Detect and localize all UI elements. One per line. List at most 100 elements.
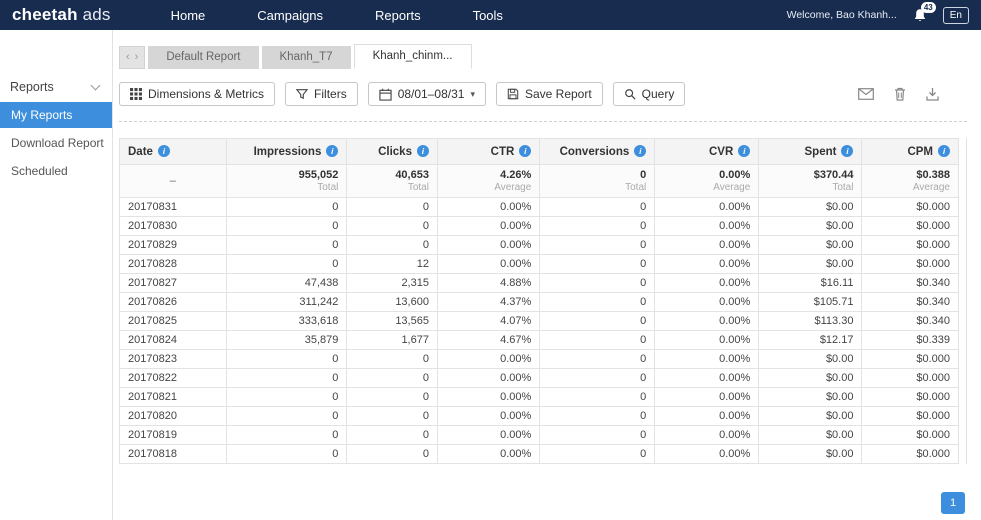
value-cell: $0.00 [758,197,863,217]
value-cell: 0 [225,406,348,426]
totals-row: –955,052 Total 40,653 Total 4.26% Average 0 Tot… [119,164,959,198]
value-cell: $0.00 [758,387,863,407]
column-header-spent[interactable]: Spent i [758,138,863,165]
table-row[interactable]: 20170822 0 0 0.00% 0 0.00% $0.00 $0.000 [119,368,959,388]
dimensions-metrics-label: Dimensions & Metrics [148,87,265,101]
nav-home[interactable]: Home [171,8,206,23]
info-icon[interactable]: i [326,145,339,157]
tab-default-report[interactable]: Default Report [148,46,259,69]
totals-cell: $370.44 Total [758,164,863,198]
column-header-conversions[interactable]: Conversions i [539,138,656,165]
value-cell: 0.00% [654,330,760,350]
table-row[interactable]: 20170821 0 0 0.00% 0 0.00% $0.00 $0.000 [119,387,959,407]
language-button[interactable]: En [942,6,969,24]
table-row[interactable]: 20170823 0 0 0.00% 0 0.00% $0.00 $0.000 [119,349,959,369]
welcome-text[interactable]: Welcome, Bao Khanh... [787,9,897,21]
value-cell: 0 [539,387,656,407]
date-cell: 20170830 [119,216,227,236]
column-header-date[interactable]: Date i [119,138,227,165]
arrow-left-icon[interactable]: ‹ [126,51,130,64]
username: Bao Khanh... [836,9,897,21]
column-label: Impressions [253,146,322,158]
filters-button[interactable]: Filters [285,82,358,106]
query-button[interactable]: Query [612,82,686,106]
value-cell: 0.00% [436,444,541,464]
table-row[interactable]: 20170820 0 0 0.00% 0 0.00% $0.00 $0.000 [119,406,959,426]
filters-label: Filters [314,87,347,101]
value-cell: $0.00 [758,368,863,388]
dimensions-metrics-button[interactable]: Dimensions & Metrics [119,82,276,106]
value-cell: 0.00% [436,368,541,388]
info-icon[interactable]: i [157,145,170,157]
nav-tools[interactable]: Tools [473,8,503,23]
save-icon [507,88,519,100]
nav-campaigns[interactable]: Campaigns [257,8,323,23]
sidebar-item-my-reports[interactable]: My Reports [0,102,112,128]
table-row[interactable]: 20170824 35,879 1,677 4.67% 0 0.00% $12.17 $0.3… [119,330,959,350]
info-icon[interactable]: i [841,145,854,157]
tab-scroll-arrows[interactable]: ‹ › [119,46,146,69]
nav-reports[interactable]: Reports [375,8,421,23]
info-icon[interactable]: i [519,145,532,157]
email-report-button[interactable] [858,88,874,100]
column-header-impressions[interactable]: Impressions i [225,138,348,165]
table-row[interactable]: 20170831 0 0 0.00% 0 0.00% $0.00 $0.000 [119,197,959,217]
column-header-cvr[interactable]: CVR i [654,138,760,165]
column-header-clicks[interactable]: Clicks i [346,138,438,165]
column-header-cpm[interactable]: CPM i [861,138,959,165]
page-1-button[interactable]: 1 [941,492,965,514]
table-row[interactable]: 20170828 0 12 0.00% 0 0.00% $0.00 $0.000 [119,254,959,274]
save-report-button[interactable]: Save Report [495,82,603,106]
tab-khanh-chinm[interactable]: Khanh_chinm... [353,44,472,69]
date-cell: 20170824 [119,330,227,350]
totals-cell: $0.388 Average [861,164,959,198]
sidebar-item-scheduled[interactable]: Scheduled [0,158,112,184]
info-icon[interactable]: i [938,145,950,157]
table-row[interactable]: 20170826 311,242 13,600 4.37% 0 0.00% $105.71 $… [119,292,959,312]
column-label: CPM [907,146,933,158]
arrow-right-icon[interactable]: › [135,51,139,64]
value-cell: 311,242 [225,292,348,312]
table-row[interactable]: 20170829 0 0 0.00% 0 0.00% $0.00 $0.000 [119,235,959,255]
date-cell: 20170828 [119,254,227,274]
sidebar: Reports My Reports Download Report Sched… [0,30,113,520]
table-row[interactable]: 20170819 0 0 0.00% 0 0.00% $0.00 $0.000 [119,425,959,445]
value-cell: $0.340 [861,311,959,331]
value-cell: 0 [539,311,656,331]
date-cell: 20170829 [119,235,227,255]
date-cell: 20170826 [119,292,227,312]
value-cell: 0 [346,387,438,407]
value-cell: 0 [539,330,656,350]
value-cell: $0.000 [861,349,959,369]
filter-icon [296,89,309,100]
sidebar-section-reports[interactable]: Reports [0,74,112,100]
notifications-button[interactable]: 43 [913,1,936,23]
download-report-button[interactable] [926,87,939,101]
table-row[interactable]: 20170827 47,438 2,315 4.88% 0 0.00% $16.11 $0.3… [119,273,959,293]
value-cell: 0.00% [436,349,541,369]
totals-cell: 40,653 Total [346,164,438,198]
table-row[interactable]: 20170830 0 0 0.00% 0 0.00% $0.00 $0.000 [119,216,959,236]
table-row[interactable]: 20170818 0 0 0.00% 0 0.00% $0.00 $0.000 [119,444,959,464]
date-range-button[interactable]: 08/01–08/31 ▾ [367,82,486,106]
value-cell: 0.00% [654,197,760,217]
value-cell: 0 [539,254,656,274]
app-logo[interactable]: cheetah ads [12,5,111,25]
delete-report-button[interactable] [894,87,906,101]
info-icon[interactable]: i [416,145,429,157]
info-icon[interactable]: i [738,145,751,157]
value-cell: $12.17 [758,330,863,350]
tab-khanh-t7[interactable]: Khanh_T7 [261,46,351,69]
column-label: Clicks [378,146,412,158]
value-cell: 0 [539,273,656,293]
sidebar-item-download-report[interactable]: Download Report [0,130,112,156]
value-cell: 0 [225,444,348,464]
info-icon[interactable]: i [634,145,647,157]
column-label: CVR [709,146,734,158]
value-cell: 0 [346,216,438,236]
envelope-icon [858,88,874,100]
table-row[interactable]: 20170825 333,618 13,565 4.07% 0 0.00% $113.30 $… [119,311,959,331]
value-cell: 0 [539,425,656,445]
column-header-ctr[interactable]: CTR i [436,138,541,165]
date-cell: 20170818 [119,444,227,464]
